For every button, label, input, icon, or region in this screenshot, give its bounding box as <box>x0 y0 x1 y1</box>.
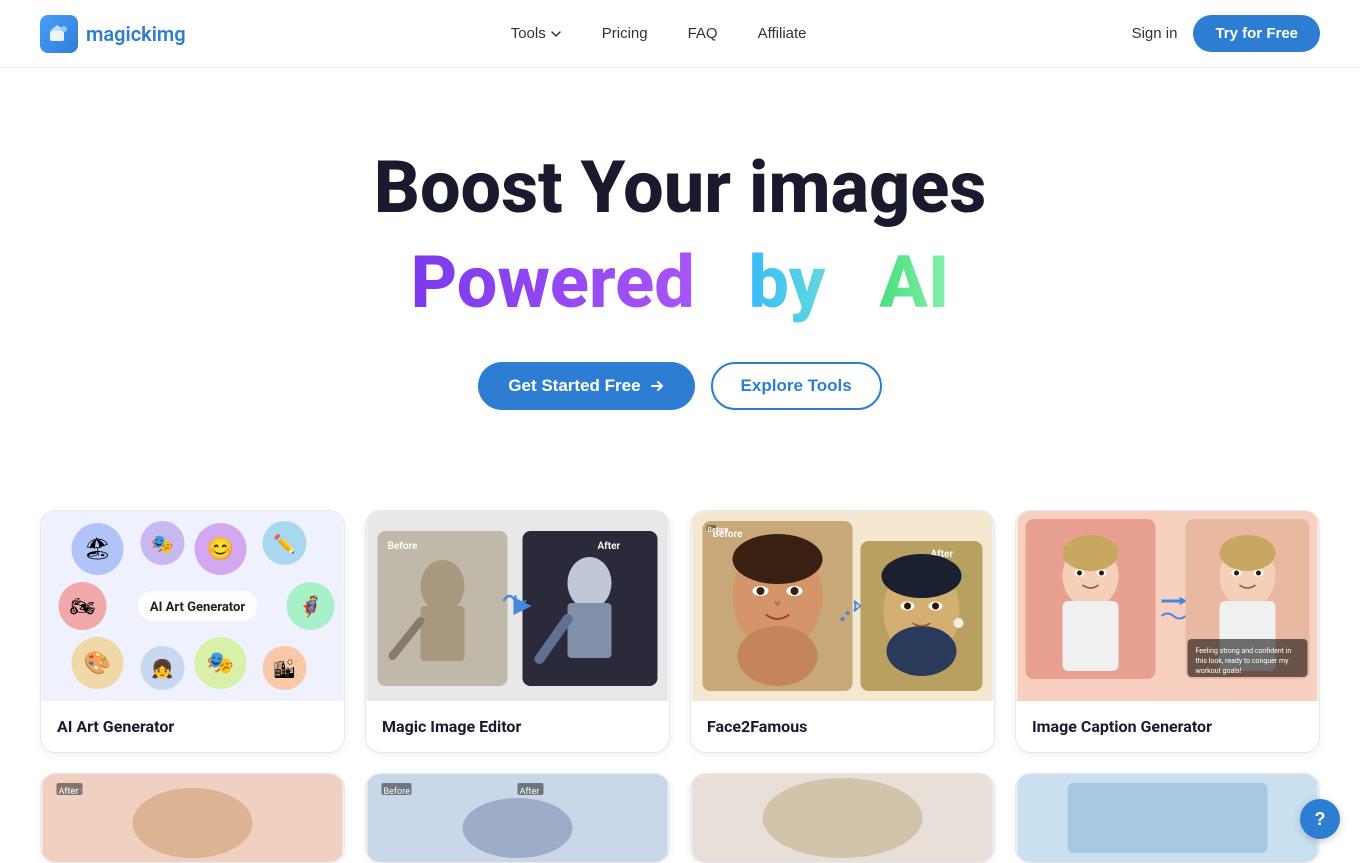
svg-text:🎨: 🎨 <box>84 649 111 676</box>
svg-text:After: After <box>520 787 540 797</box>
svg-text:😊: 😊 <box>207 536 234 562</box>
svg-text:Before: Before <box>388 541 418 552</box>
tool-card-image-ai-art: 🏖 🎭 😊 ✏️ 🏍 AI Art Generator 🦸 🎨 <box>41 511 344 701</box>
tool-card-label-face2famous: Face2Famous <box>691 701 994 752</box>
partial-img-2: Before After <box>366 774 669 862</box>
tools-section: 🏖 🎭 😊 ✏️ 🏍 AI Art Generator 🦸 🎨 <box>0 470 1360 863</box>
tool-card-partial-2[interactable]: Before After <box>365 773 670 863</box>
hero-section: Boost Your images Powered by AI Get Star… <box>0 68 1360 470</box>
svg-text:🏙: 🏙 <box>273 659 296 680</box>
tools-grid: 🏖 🎭 😊 ✏️ 🏍 AI Art Generator 🦸 🎨 <box>40 510 1320 753</box>
nav-links: Tools Pricing FAQ Affiliate <box>511 25 807 42</box>
tools-grid-bottom: After After Before After <box>40 773 1320 863</box>
signin-button[interactable]: Sign in <box>1132 25 1178 42</box>
help-button[interactable]: ? <box>1300 799 1340 839</box>
svg-text:🏖: 🏖 <box>84 537 112 562</box>
arrow-right-icon <box>649 378 665 394</box>
navbar: magickimg Tools Pricing FAQ Affiliate Si… <box>0 0 1360 68</box>
svg-text:Before: Before <box>384 787 411 797</box>
try-free-button[interactable]: Try for Free <box>1193 15 1320 52</box>
svg-text:🏍: 🏍 <box>70 594 96 618</box>
hero-subtitle: Powered by AI <box>40 243 1320 322</box>
svg-text:this look, ready to conquer my: this look, ready to conquer my <box>1196 657 1290 665</box>
nav-faq[interactable]: FAQ <box>688 25 718 42</box>
nav-affiliate[interactable]: Affiliate <box>758 25 807 42</box>
chevron-down-icon <box>550 28 562 40</box>
partial-img-1: After After <box>41 774 344 862</box>
powered-text: Powered <box>411 240 695 325</box>
nav-actions: Sign in Try for Free <box>1132 15 1320 52</box>
logo[interactable]: magickimg <box>40 15 186 53</box>
svg-text:After: After <box>59 787 79 797</box>
svg-text:After: After <box>598 541 621 552</box>
svg-text:👧: 👧 <box>151 658 173 680</box>
nav-pricing[interactable]: Pricing <box>602 25 648 42</box>
tool-card-label-magic-editor: Magic Image Editor <box>366 701 669 752</box>
svg-text:🎭: 🎭 <box>151 534 173 555</box>
ai-text: AI <box>879 240 949 325</box>
nav-tools[interactable]: Tools <box>511 25 562 42</box>
tool-card-caption[interactable]: Feeling strong and confident in this loo… <box>1015 510 1320 753</box>
hero-title: Boost Your images <box>40 148 1320 227</box>
svg-text:AI Art Generator: AI Art Generator <box>150 600 245 615</box>
svg-text:✏️: ✏️ <box>273 533 295 555</box>
partial-img-3 <box>691 774 994 862</box>
tool-card-ai-art[interactable]: 🏖 🎭 😊 ✏️ 🏍 AI Art Generator 🦸 🎨 <box>40 510 345 753</box>
tool-card-partial-4[interactable] <box>1015 773 1320 863</box>
tool-card-image-magic-editor: Before After <box>366 511 669 701</box>
tool-card-label-ai-art: AI Art Generator <box>41 701 344 752</box>
by-text: by <box>749 240 826 325</box>
tool-card-magic-editor[interactable]: Before After <box>365 510 670 753</box>
tool-card-partial-3[interactable] <box>690 773 995 863</box>
svg-text:Before: Before <box>708 526 729 534</box>
logo-icon <box>40 15 78 53</box>
tool-card-image-caption: Feeling strong and confident in this loo… <box>1016 511 1319 701</box>
svg-text:workout goals!: workout goals! <box>1196 667 1242 675</box>
tool-card-image-face2famous: Before Before <box>691 511 994 701</box>
logo-text: magickimg <box>86 22 186 46</box>
svg-text:Feeling strong and confident i: Feeling strong and confident in <box>1196 647 1292 655</box>
explore-tools-button[interactable]: Explore Tools <box>711 362 882 410</box>
svg-text:🦸: 🦸 <box>298 594 323 618</box>
tool-card-partial-1[interactable]: After After <box>40 773 345 863</box>
get-started-button[interactable]: Get Started Free <box>478 362 694 410</box>
svg-text:🎭: 🎭 <box>207 651 234 676</box>
tool-card-face2famous[interactable]: Before Before <box>690 510 995 753</box>
tool-card-label-caption: Image Caption Generator <box>1016 701 1319 752</box>
partial-img-4 <box>1016 774 1319 862</box>
hero-buttons: Get Started Free Explore Tools <box>40 362 1320 410</box>
